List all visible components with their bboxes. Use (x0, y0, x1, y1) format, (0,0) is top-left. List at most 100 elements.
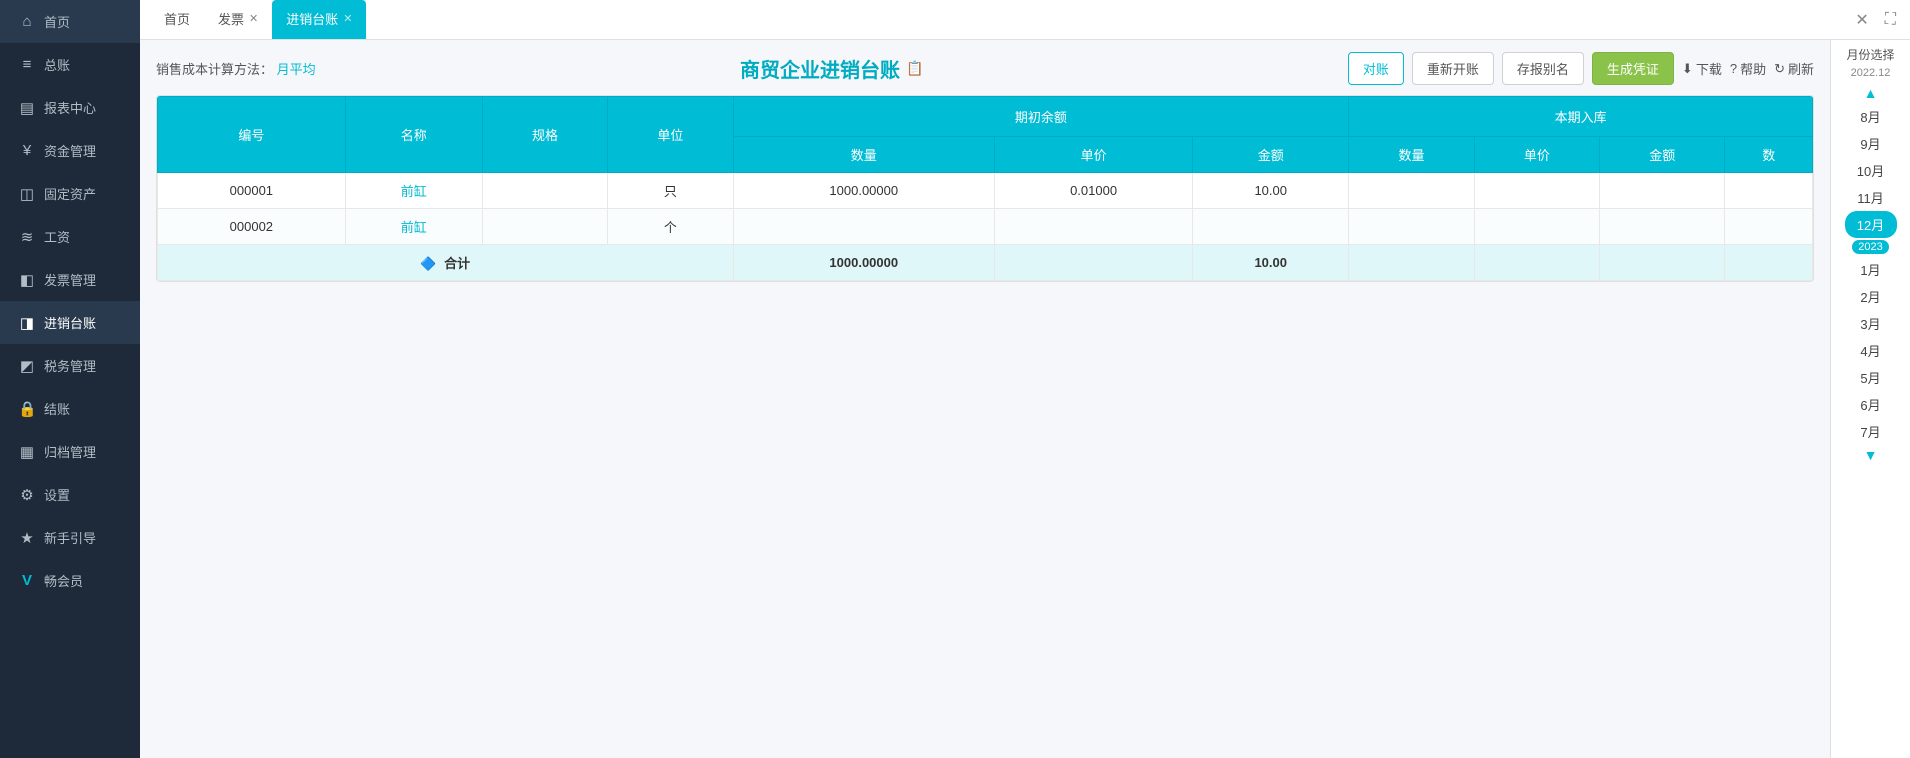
sidebar-item-label: 畅会员 (44, 571, 83, 590)
cost-method-label: 销售成本计算方法： (156, 62, 273, 77)
month-item-3[interactable]: 3月 (1845, 310, 1897, 337)
sidebar-item-stock[interactable]: ◨ 进销台账 (0, 301, 140, 344)
main-area: 首页 发票 ✕ 进销台账 ✕ ✕ ⛶ 销售成本计算方法： 月平均 商贸企 (140, 0, 1910, 758)
tab-bar-right: ✕ ⛶ (1851, 10, 1900, 30)
month-item-9[interactable]: 9月 (1845, 130, 1897, 157)
month-item-1[interactable]: 1月 (1845, 256, 1897, 283)
window-fullscreen-button[interactable]: ⛶ (1881, 10, 1900, 30)
download-button[interactable]: ⬇ 下载 (1682, 59, 1722, 78)
cell-unit: 只 (608, 173, 733, 209)
cell-extra (1725, 173, 1813, 209)
total-qty-init: 1000.00000 (733, 245, 994, 281)
total-row: 🔷 合计 1000.00000 10.00 (158, 245, 1813, 281)
tab-home-label: 首页 (164, 9, 190, 28)
month-scroll-up[interactable]: ▲ (1862, 83, 1880, 103)
year-2023-badge: 2023 (1852, 240, 1888, 254)
col-sub-qty-init: 数量 (733, 137, 994, 173)
col-header-bqrk: 本期入库 (1349, 97, 1813, 137)
cell-id: 000001 (158, 173, 346, 209)
total-amount-init: 10.00 (1193, 245, 1349, 281)
total-extra (1725, 245, 1813, 281)
sidebar-item-payroll[interactable]: ≋ 工资 (0, 215, 140, 258)
sidebar-item-settings[interactable]: ⚙ 设置 (0, 473, 140, 516)
month-selector: 月份选择 2022.12 ▲ 8月 9月 10月 11月 12月 2023 1月… (1830, 40, 1910, 758)
generate-voucher-button[interactable]: 生成凭证 (1592, 52, 1674, 85)
tab-bar: 首页 发票 ✕ 进销台账 ✕ ✕ ⛶ (140, 0, 1910, 40)
cell-extra (1725, 209, 1813, 245)
sidebar-item-label: 税务管理 (44, 356, 96, 375)
month-item-8[interactable]: 8月 (1845, 103, 1897, 130)
tab-invoice[interactable]: 发票 ✕ (204, 0, 272, 39)
sidebar: ⌂ 首页 ≡ 总账 ▤ 报表中心 ¥ 资金管理 ◫ 固定资产 ≋ 工资 ◧ 发票… (0, 0, 140, 758)
sidebar-item-member[interactable]: V 畅会员 (0, 559, 140, 602)
cell-qty-in (1349, 209, 1474, 245)
sidebar-item-assets[interactable]: ◫ 固定资产 (0, 172, 140, 215)
total-label: 🔷 合计 (158, 245, 734, 281)
cell-amount-init (1193, 209, 1349, 245)
sidebar-item-close[interactable]: 🔒 结账 (0, 387, 140, 430)
month-item-10[interactable]: 10月 (1845, 157, 1897, 184)
sidebar-item-label: 工资 (44, 227, 70, 246)
sidebar-item-report[interactable]: ▤ 报表中心 (0, 86, 140, 129)
month-item-7[interactable]: 7月 (1845, 418, 1897, 445)
archive-icon: ▦ (18, 443, 36, 461)
tab-home[interactable]: 首页 (150, 0, 204, 39)
col-header-id: 编号 (158, 97, 346, 173)
month-item-11[interactable]: 11月 (1845, 184, 1897, 211)
refresh-button[interactable]: ↻ 刷新 (1774, 59, 1814, 78)
data-table: 编号 名称 规格 单位 期初余额 本期入库 数量 单价 金额 数量 (156, 95, 1814, 282)
cell-id: 000002 (158, 209, 346, 245)
cell-amount-init: 10.00 (1193, 173, 1349, 209)
sidebar-item-invoice-mgmt[interactable]: ◧ 发票管理 (0, 258, 140, 301)
year-2022: 2022.12 (1851, 67, 1891, 79)
sidebar-item-ledger[interactable]: ≡ 总账 (0, 43, 140, 86)
save-alias-button[interactable]: 存报别名 (1502, 52, 1584, 85)
month-item-6[interactable]: 6月 (1845, 391, 1897, 418)
ledger-icon: ≡ (18, 56, 36, 73)
sidebar-item-label: 发票管理 (44, 270, 96, 289)
reopen-button[interactable]: 重新开账 (1412, 52, 1494, 85)
sidebar-item-funds[interactable]: ¥ 资金管理 (0, 129, 140, 172)
cost-method: 销售成本计算方法： 月平均 (156, 59, 316, 78)
cell-name[interactable]: 前缸 (345, 209, 482, 245)
window-close-button[interactable]: ✕ (1851, 10, 1872, 30)
table-row: 000001 前缸 只 1000.00000 0.01000 10.00 (158, 173, 1813, 209)
reconcile-button[interactable]: 对账 (1348, 52, 1404, 85)
page-info-icon[interactable]: 📋 (906, 60, 923, 77)
cell-qty-init (733, 209, 994, 245)
total-price-in (1474, 245, 1599, 281)
sidebar-item-label: 设置 (44, 485, 70, 504)
total-qty-in (1349, 245, 1474, 281)
cell-amount-in (1600, 209, 1725, 245)
table-row: 000002 前缸 个 (158, 209, 1813, 245)
page-title-area: 商贸企业进销台账 📋 (740, 54, 923, 83)
sidebar-item-label: 首页 (44, 12, 70, 31)
sidebar-item-archive[interactable]: ▦ 归档管理 (0, 430, 140, 473)
tax-icon: ◩ (18, 357, 36, 375)
tab-stock[interactable]: 进销台账 ✕ (272, 0, 366, 39)
home-icon: ⌂ (18, 13, 36, 30)
month-item-2[interactable]: 2月 (1845, 283, 1897, 310)
sidebar-item-home[interactable]: ⌂ 首页 (0, 0, 140, 43)
sidebar-item-guide[interactable]: ★ 新手引导 (0, 516, 140, 559)
tab-stock-close[interactable]: ✕ (343, 12, 352, 25)
tab-invoice-close[interactable]: ✕ (249, 12, 258, 25)
member-icon: V (18, 572, 36, 589)
month-item-4[interactable]: 4月 (1845, 337, 1897, 364)
month-selector-title: 月份选择 (1846, 46, 1894, 63)
col-header-spec: 规格 (482, 97, 607, 173)
col-sub-amount-in: 金额 (1600, 137, 1725, 173)
top-bar: 销售成本计算方法： 月平均 商贸企业进销台账 📋 对账 重新开账 存报别名 生成… (156, 52, 1814, 85)
total-price-init (994, 245, 1192, 281)
col-header-qcye: 期初余额 (733, 97, 1349, 137)
cell-name[interactable]: 前缸 (345, 173, 482, 209)
cell-spec (482, 209, 607, 245)
month-scroll-down[interactable]: ▼ (1862, 445, 1880, 465)
sidebar-item-tax[interactable]: ◩ 税务管理 (0, 344, 140, 387)
month-item-5[interactable]: 5月 (1845, 364, 1897, 391)
tab-stock-label: 进销台账 (286, 9, 338, 28)
report-icon: ▤ (18, 99, 36, 117)
help-button[interactable]: ? 帮助 (1730, 59, 1766, 78)
total-amount-in (1600, 245, 1725, 281)
month-item-12[interactable]: 12月 (1845, 211, 1897, 238)
